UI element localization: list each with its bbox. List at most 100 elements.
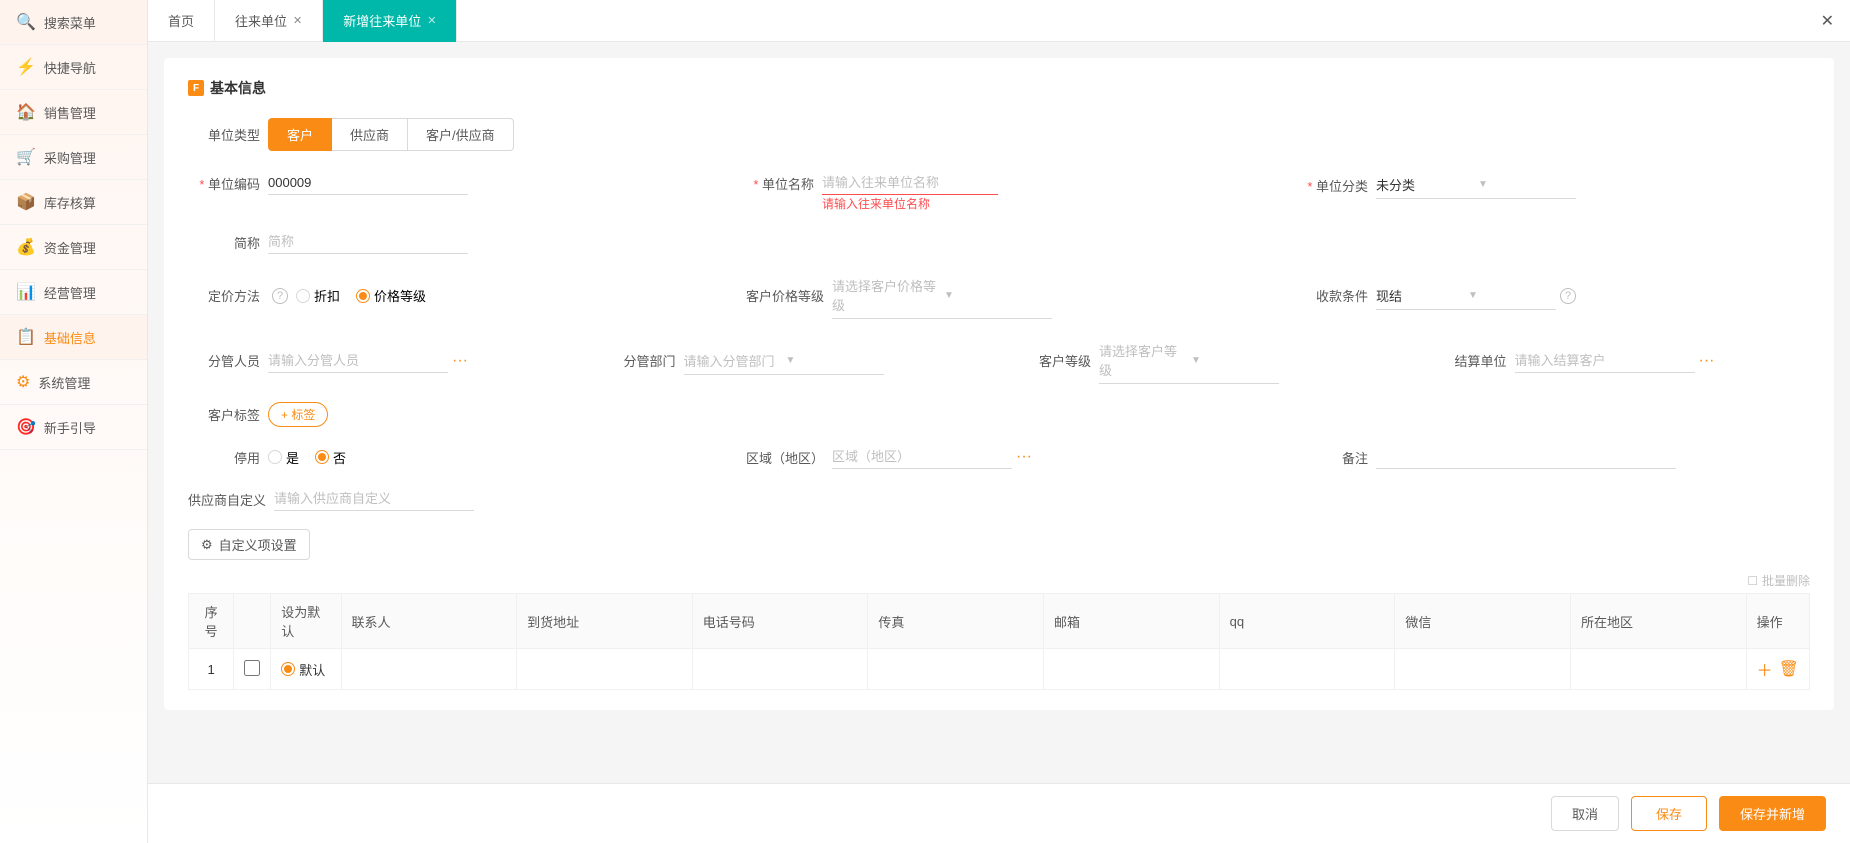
- disabled-radio-yes[interactable]: 是: [268, 448, 299, 467]
- customer-price-level-select[interactable]: 请选择客户价格等级 ▼: [832, 272, 1052, 319]
- tab-counterparty[interactable]: 往来单位 ✕: [215, 0, 323, 42]
- tab-bar: 首页 往来单位 ✕ 新增往来单位 ✕ ✕: [148, 0, 1850, 42]
- unit-name-error: 请输入往来单位名称: [822, 197, 930, 211]
- sidebar-label-sales: 销售管理: [44, 103, 96, 122]
- unit-code-input[interactable]: [268, 171, 468, 195]
- field-unit-category: 单位分类 未分类 ▼: [1296, 171, 1810, 199]
- disabled-radio-group: 是 否: [268, 448, 346, 467]
- row-fax[interactable]: [868, 649, 1044, 690]
- close-counterparty-tab[interactable]: ✕: [293, 14, 302, 27]
- sidebar-item-inventory[interactable]: 📦 库存核算: [0, 180, 147, 225]
- col-action: 操作: [1746, 594, 1809, 649]
- col-default: 设为默认: [271, 594, 341, 649]
- row-address[interactable]: [517, 649, 693, 690]
- inventory-icon: 📦: [16, 192, 36, 212]
- table-header: 序号 设为默认 联系人 到货地址 电话号码 传真 邮箱 qq 微信 所在地区 操…: [189, 594, 1810, 649]
- contact-input[interactable]: [352, 662, 507, 677]
- contacts-table: 序号 设为默认 联系人 到货地址 电话号码 传真 邮箱 qq 微信 所在地区 操…: [188, 593, 1810, 690]
- email-input[interactable]: [1054, 662, 1209, 677]
- system-icon: ⚙: [16, 372, 30, 392]
- phone-input[interactable]: [703, 662, 858, 677]
- unit-name-input[interactable]: [822, 171, 998, 195]
- sidebar-label-system: 系统管理: [38, 373, 90, 392]
- row-actions: ＋ 🗑: [1746, 649, 1809, 690]
- short-name-input[interactable]: [268, 230, 468, 254]
- field-unit-name: 单位名称 请输入往来单位名称: [742, 171, 1256, 212]
- settlement-unit-dots[interactable]: ···: [1695, 352, 1719, 370]
- region-dots[interactable]: ···: [1012, 448, 1036, 466]
- save-button[interactable]: 保存: [1631, 796, 1707, 831]
- region-table-input[interactable]: [1581, 662, 1736, 677]
- pricing-radio-group: 折扣 价格等级: [296, 286, 426, 305]
- custom-settings-button[interactable]: ⚙ 自定义项设置: [188, 529, 310, 560]
- fax-input[interactable]: [878, 662, 1033, 677]
- row-supplier-custom: 供应商自定义: [188, 487, 1810, 511]
- manager-dots[interactable]: ···: [448, 352, 472, 370]
- sidebar-item-guide[interactable]: 🎯 新手引导: [0, 405, 147, 450]
- sidebar-item-sales[interactable]: 🏠 销售管理: [0, 90, 147, 135]
- disabled-radio-no[interactable]: 否: [315, 448, 346, 467]
- row-phone[interactable]: [692, 649, 868, 690]
- sidebar-label-guide: 新手引导: [44, 418, 96, 437]
- supplier-custom-input[interactable]: [274, 487, 474, 511]
- tab-new-counterparty[interactable]: 新增往来单位 ✕: [323, 0, 457, 42]
- basic-info-icon: 📋: [16, 327, 36, 347]
- unit-category-select[interactable]: 未分类 ▼: [1376, 171, 1576, 199]
- row-checkbox[interactable]: [244, 660, 260, 676]
- add-tag-button[interactable]: + 标签: [268, 402, 328, 427]
- row-checkbox-cell[interactable]: [234, 649, 271, 690]
- sidebar-item-basic-info[interactable]: 📋 基础信息: [0, 315, 147, 360]
- batch-delete-area[interactable]: ☐ 批量删除: [188, 572, 1810, 589]
- field-payment-terms: 收款条件 现结 ▼ ?: [1296, 282, 1810, 310]
- sales-icon: 🏠: [16, 102, 36, 122]
- close-all-tabs[interactable]: ✕: [1805, 11, 1850, 31]
- row-management: 分管人员 ··· 分管部门 请输入分管部门 ▼ 客户等级: [188, 337, 1810, 384]
- cancel-button[interactable]: 取消: [1551, 796, 1619, 831]
- tab-home[interactable]: 首页: [148, 0, 215, 42]
- department-placeholder: 请输入分管部门: [684, 351, 782, 370]
- basic-info-card: F 基本信息 单位类型 客户 供应商 客户/供应商 单位编码: [164, 58, 1834, 710]
- sidebar-item-quick-nav[interactable]: ⚡ 快捷导航: [0, 45, 147, 90]
- row-contact[interactable]: [341, 649, 517, 690]
- delete-row-button[interactable]: 🗑: [1779, 659, 1799, 679]
- row-region[interactable]: [1571, 649, 1747, 690]
- sidebar-item-purchase[interactable]: 🛒 采购管理: [0, 135, 147, 180]
- unit-code-label: 单位编码: [188, 174, 268, 193]
- pricing-radio-level[interactable]: 价格等级: [356, 286, 426, 305]
- wechat-input[interactable]: [1405, 662, 1560, 677]
- row-wechat[interactable]: [1395, 649, 1571, 690]
- payment-terms-help[interactable]: ?: [1560, 288, 1576, 304]
- sidebar-item-system[interactable]: ⚙ 系统管理: [0, 360, 147, 405]
- region-input[interactable]: [832, 445, 1012, 469]
- sidebar-item-finance[interactable]: 💰 资金管理: [0, 225, 147, 270]
- col-phone: 电话号码: [692, 594, 868, 649]
- remark-input[interactable]: [1376, 445, 1676, 469]
- department-arrow: ▼: [786, 355, 884, 366]
- save-and-new-button[interactable]: 保存并新增: [1719, 796, 1826, 831]
- col-address: 到货地址: [517, 594, 693, 649]
- unit-type-both[interactable]: 客户/供应商: [407, 118, 514, 151]
- pricing-radio-discount[interactable]: 折扣: [296, 286, 340, 305]
- payment-terms-select[interactable]: 现结 ▼: [1376, 282, 1556, 310]
- field-unit-code: 单位编码: [188, 171, 702, 195]
- customer-level-select[interactable]: 请选择客户等级 ▼: [1099, 337, 1279, 384]
- pricing-method-help[interactable]: ?: [272, 288, 288, 304]
- row-unit-info: 单位编码 单位名称 请输入往来单位名称: [188, 171, 1810, 212]
- qq-input[interactable]: [1230, 662, 1385, 677]
- row-email[interactable]: [1043, 649, 1219, 690]
- close-new-counterparty-tab[interactable]: ✕: [427, 14, 436, 27]
- row-default: 默认: [271, 649, 341, 690]
- settlement-unit-input[interactable]: [1515, 349, 1695, 373]
- sidebar-item-search[interactable]: 🔍 搜索菜单: [0, 0, 147, 45]
- manager-input[interactable]: [268, 349, 448, 373]
- content-area: F 基本信息 单位类型 客户 供应商 客户/供应商 单位编码: [148, 42, 1850, 783]
- department-select[interactable]: 请输入分管部门 ▼: [684, 347, 884, 375]
- sidebar-item-operations[interactable]: 📊 经营管理: [0, 270, 147, 315]
- unit-type-customer[interactable]: 客户: [268, 118, 332, 151]
- add-row-button[interactable]: ＋: [1757, 657, 1773, 681]
- yes-label: 是: [286, 448, 299, 467]
- unit-type-supplier[interactable]: 供应商: [331, 118, 408, 151]
- row-qq[interactable]: [1219, 649, 1395, 690]
- default-radio[interactable]: 默认: [281, 660, 330, 679]
- address-input[interactable]: [527, 662, 682, 677]
